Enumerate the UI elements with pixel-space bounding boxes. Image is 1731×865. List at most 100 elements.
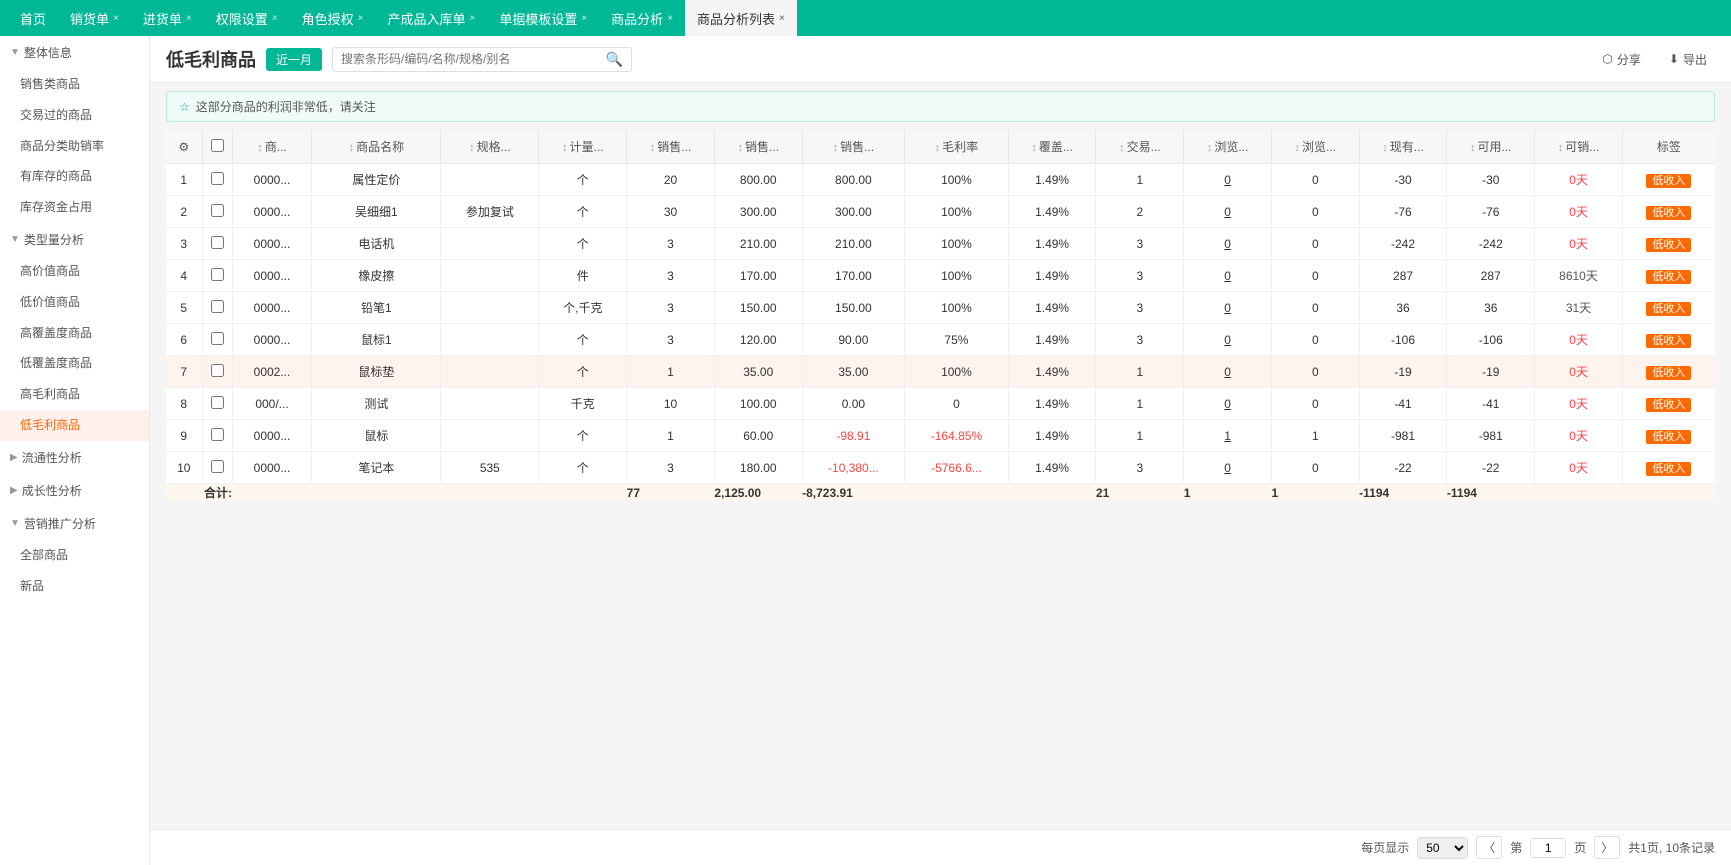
close-icon[interactable]: × — [581, 13, 587, 24]
row-checkbox[interactable] — [211, 268, 224, 281]
sort-icon[interactable]: ↕ — [1295, 142, 1301, 154]
sidebar-item-high-coverage[interactable]: 高覆盖度商品 — [0, 318, 149, 349]
sidebar-group-flow[interactable]: ▶ 流通性分析 — [0, 441, 149, 474]
sort-icon[interactable]: ↕ — [349, 142, 355, 154]
sort-icon[interactable]: ↕ — [562, 142, 568, 154]
totals-empty — [1622, 484, 1715, 502]
cell-unit: 个 — [539, 452, 627, 484]
cell-sellable: 0天 — [1535, 356, 1623, 388]
sidebar-group-growth[interactable]: ▶ 成长性分析 — [0, 474, 149, 507]
nav-roles[interactable]: 角色授权 × — [290, 0, 376, 36]
sort-icon[interactable]: ↕ — [738, 142, 744, 154]
cell-coverage: 1.49% — [1008, 324, 1096, 356]
cell-code: 0000... — [232, 164, 312, 196]
row-checkbox[interactable] — [211, 396, 224, 409]
sort-icon[interactable]: ↕ — [1382, 142, 1388, 154]
sidebar-item-low-coverage[interactable]: 低覆盖度商品 — [0, 348, 149, 379]
sidebar-item-category-rate[interactable]: 商品分类助销率 — [0, 131, 149, 162]
settings-icon[interactable]: ⚙ — [178, 140, 189, 154]
row-checkbox[interactable] — [211, 236, 224, 249]
sidebar-group-overall[interactable]: ▼ 整体信息 — [0, 36, 149, 69]
sidebar-item-capital[interactable]: 库存资金占用 — [0, 192, 149, 223]
sidebar-item-stock-goods[interactable]: 有库存的商品 — [0, 161, 149, 192]
nav-home[interactable]: 首页 — [8, 0, 58, 36]
row-checkbox[interactable] — [211, 364, 224, 377]
cell-code: 0000... — [232, 196, 312, 228]
nav-finished-goods[interactable]: 产成品入库单 × — [375, 0, 487, 36]
close-icon[interactable]: × — [113, 13, 119, 24]
col-unit: ↕计量... — [539, 130, 627, 164]
sort-icon[interactable]: ↕ — [935, 142, 941, 154]
cell-trade: 1 — [1096, 420, 1184, 452]
sidebar-item-all-goods[interactable]: 全部商品 — [0, 540, 149, 571]
sort-icon[interactable]: ↕ — [1119, 142, 1125, 154]
page-size-select[interactable]: 50 100 200 — [1417, 837, 1468, 859]
cell-code: 0000... — [232, 420, 312, 452]
sidebar-item-low-value[interactable]: 低价值商品 — [0, 287, 149, 318]
nav-product-analysis-list[interactable]: 商品分析列表 × — [685, 0, 797, 36]
nav-product-analysis[interactable]: 商品分析 × — [599, 0, 685, 36]
row-checkbox[interactable] — [211, 204, 224, 217]
row-checkbox[interactable] — [211, 332, 224, 345]
row-checkbox[interactable] — [211, 300, 224, 313]
cell-gross-rate: 0 — [905, 388, 1009, 420]
table-row: 7 0002... 鼠标垫 个 1 35.00 35.00 100% 1.49%… — [166, 356, 1715, 388]
cell-name: 属性定价 — [312, 164, 441, 196]
sort-icon[interactable]: ↕ — [1207, 142, 1213, 154]
sidebar-group-type[interactable]: ▼ 类型量分析 — [0, 223, 149, 256]
cell-checkbox — [202, 452, 232, 484]
row-checkbox[interactable] — [211, 460, 224, 473]
nav-purchase[interactable]: 进货单 × — [131, 0, 204, 36]
table-row: 4 0000... 橡皮擦 件 3 170.00 170.00 100% 1.4… — [166, 260, 1715, 292]
sort-icon[interactable]: ↕ — [650, 142, 656, 154]
cell-view2: 0 — [1271, 452, 1359, 484]
select-all-checkbox[interactable] — [211, 139, 224, 152]
close-icon[interactable]: × — [469, 13, 475, 24]
col-settings[interactable]: ⚙ — [166, 130, 202, 164]
page-number-input[interactable] — [1530, 838, 1566, 858]
sidebar-item-sales-goods[interactable]: 销售类商品 — [0, 69, 149, 100]
next-page-button[interactable]: 〉 — [1594, 836, 1620, 859]
sort-icon[interactable]: ↕ — [1558, 142, 1564, 154]
sort-icon[interactable]: ↕ — [257, 142, 263, 154]
export-button[interactable]: ⬇ 导出 — [1661, 47, 1715, 72]
nav-permissions[interactable]: 权限设置 × — [204, 0, 290, 36]
sidebar-item-high-value[interactable]: 高价值商品 — [0, 256, 149, 287]
sidebar-item-new-goods[interactable]: 新品 — [0, 571, 149, 602]
table-row: 3 0000... 电话机 个 3 210.00 210.00 100% 1.4… — [166, 228, 1715, 260]
sort-icon[interactable]: ↕ — [469, 142, 475, 154]
cell-spec — [441, 388, 539, 420]
cell-sales-amt: 150.00 — [714, 292, 802, 324]
close-icon[interactable]: × — [186, 13, 192, 24]
sidebar-group-marketing[interactable]: ▼ 营销推广分析 — [0, 507, 149, 540]
row-checkbox[interactable] — [211, 428, 224, 441]
col-spec: ↕规格... — [441, 130, 539, 164]
cell-stock: 287 — [1359, 260, 1447, 292]
nav-template[interactable]: 单据模板设置 × — [487, 0, 599, 36]
close-icon[interactable]: × — [358, 13, 364, 24]
sidebar-item-traded-goods[interactable]: 交易过的商品 — [0, 100, 149, 131]
cell-sellable: 0天 — [1535, 228, 1623, 260]
cell-coverage: 1.49% — [1008, 260, 1096, 292]
cell-sellable: 31天 — [1535, 292, 1623, 324]
sort-icon[interactable]: ↕ — [1031, 142, 1037, 154]
sort-icon[interactable]: ↕ — [833, 142, 839, 154]
sidebar-item-low-margin[interactable]: 低毛利商品 — [0, 410, 149, 441]
cell-view1: 0 — [1184, 292, 1272, 324]
cell-sellable: 0天 — [1535, 196, 1623, 228]
sidebar-item-high-margin[interactable]: 高毛利商品 — [0, 379, 149, 410]
close-icon[interactable]: × — [272, 13, 278, 24]
totals-sales-amt: 2,125.00 — [714, 484, 802, 502]
search-icon[interactable]: 🔍 — [606, 51, 623, 68]
share-button[interactable]: ⬡ 分享 — [1594, 47, 1649, 72]
cell-code: 0000... — [232, 292, 312, 324]
sort-icon[interactable]: ↕ — [1470, 142, 1476, 154]
close-icon[interactable]: × — [779, 13, 785, 24]
cell-view2: 0 — [1271, 324, 1359, 356]
nav-sales[interactable]: 销货单 × — [58, 0, 131, 36]
filter-recent-month-button[interactable]: 近一月 — [266, 48, 322, 71]
close-icon[interactable]: × — [667, 13, 673, 24]
row-checkbox[interactable] — [211, 172, 224, 185]
search-input[interactable] — [341, 52, 606, 66]
prev-page-button[interactable]: 〈 — [1476, 836, 1502, 859]
